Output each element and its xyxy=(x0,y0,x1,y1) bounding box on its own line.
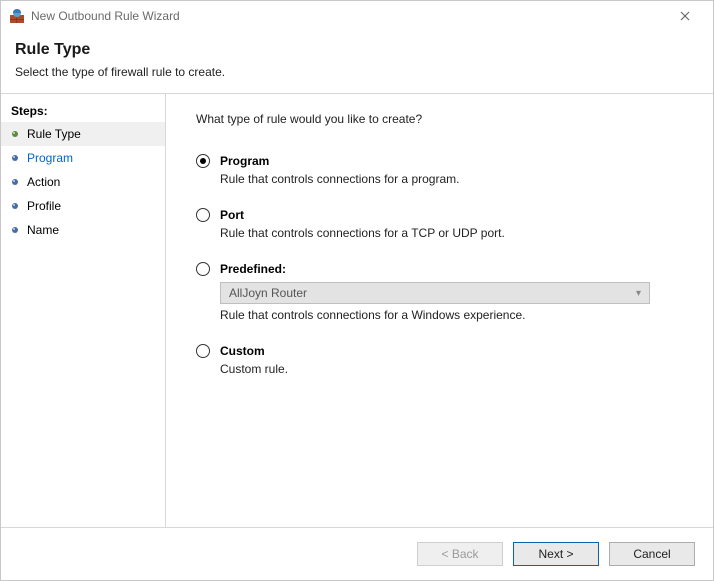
option-label: Predefined: xyxy=(220,262,286,276)
page-subtitle: Select the type of firewall rule to crea… xyxy=(15,65,699,79)
combo-value: AllJoyn Router xyxy=(229,286,307,300)
bullet-icon xyxy=(11,178,19,186)
option-label: Program xyxy=(220,154,269,168)
main-panel: What type of rule would you like to crea… xyxy=(166,94,713,527)
wizard-header: Rule Type Select the type of firewall ru… xyxy=(1,31,713,94)
step-profile[interactable]: Profile xyxy=(1,194,165,218)
radio-port[interactable] xyxy=(196,208,210,222)
option-custom[interactable]: Custom Custom rule. xyxy=(196,344,683,376)
step-label: Profile xyxy=(27,199,61,213)
radio-custom[interactable] xyxy=(196,344,210,358)
option-desc: Custom rule. xyxy=(220,362,683,376)
step-label[interactable]: Program xyxy=(27,151,73,165)
option-program[interactable]: Program Rule that controls connections f… xyxy=(196,154,683,186)
option-desc: Rule that controls connections for a pro… xyxy=(220,172,683,186)
page-title: Rule Type xyxy=(15,41,699,59)
bullet-icon xyxy=(11,154,19,162)
wizard-footer: < Back Next > Cancel xyxy=(1,527,713,580)
steps-heading: Steps: xyxy=(1,100,165,122)
close-button[interactable] xyxy=(665,2,705,30)
window-title: New Outbound Rule Wizard xyxy=(31,9,180,23)
bullet-icon xyxy=(11,130,19,138)
firewall-icon xyxy=(9,8,25,24)
option-label: Custom xyxy=(220,344,265,358)
wizard-window: New Outbound Rule Wizard Rule Type Selec… xyxy=(0,0,714,581)
option-label: Port xyxy=(220,208,244,222)
step-program[interactable]: Program xyxy=(1,146,165,170)
option-port[interactable]: Port Rule that controls connections for … xyxy=(196,208,683,240)
steps-sidebar: Steps: Rule Type Program Action xyxy=(1,94,166,527)
cancel-button[interactable]: Cancel xyxy=(609,542,695,566)
option-desc: Rule that controls connections for a Win… xyxy=(220,308,683,322)
step-rule-type[interactable]: Rule Type xyxy=(1,122,165,146)
option-desc: Rule that controls connections for a TCP… xyxy=(220,226,683,240)
next-button[interactable]: Next > xyxy=(513,542,599,566)
radio-predefined[interactable] xyxy=(196,262,210,276)
step-label: Name xyxy=(27,223,59,237)
bullet-icon xyxy=(11,226,19,234)
step-label: Rule Type xyxy=(27,127,81,141)
back-button[interactable]: < Back xyxy=(417,542,503,566)
step-label: Action xyxy=(27,175,60,189)
step-action[interactable]: Action xyxy=(1,170,165,194)
titlebar: New Outbound Rule Wizard xyxy=(1,1,713,31)
bullet-icon xyxy=(11,202,19,210)
chevron-down-icon: ▾ xyxy=(636,288,641,299)
prompt-text: What type of rule would you like to crea… xyxy=(196,112,683,126)
step-name[interactable]: Name xyxy=(1,218,165,242)
option-predefined[interactable]: Predefined: AllJoyn Router ▾ Rule that c… xyxy=(196,262,683,322)
radio-program[interactable] xyxy=(196,154,210,168)
predefined-combo[interactable]: AllJoyn Router ▾ xyxy=(220,282,650,304)
